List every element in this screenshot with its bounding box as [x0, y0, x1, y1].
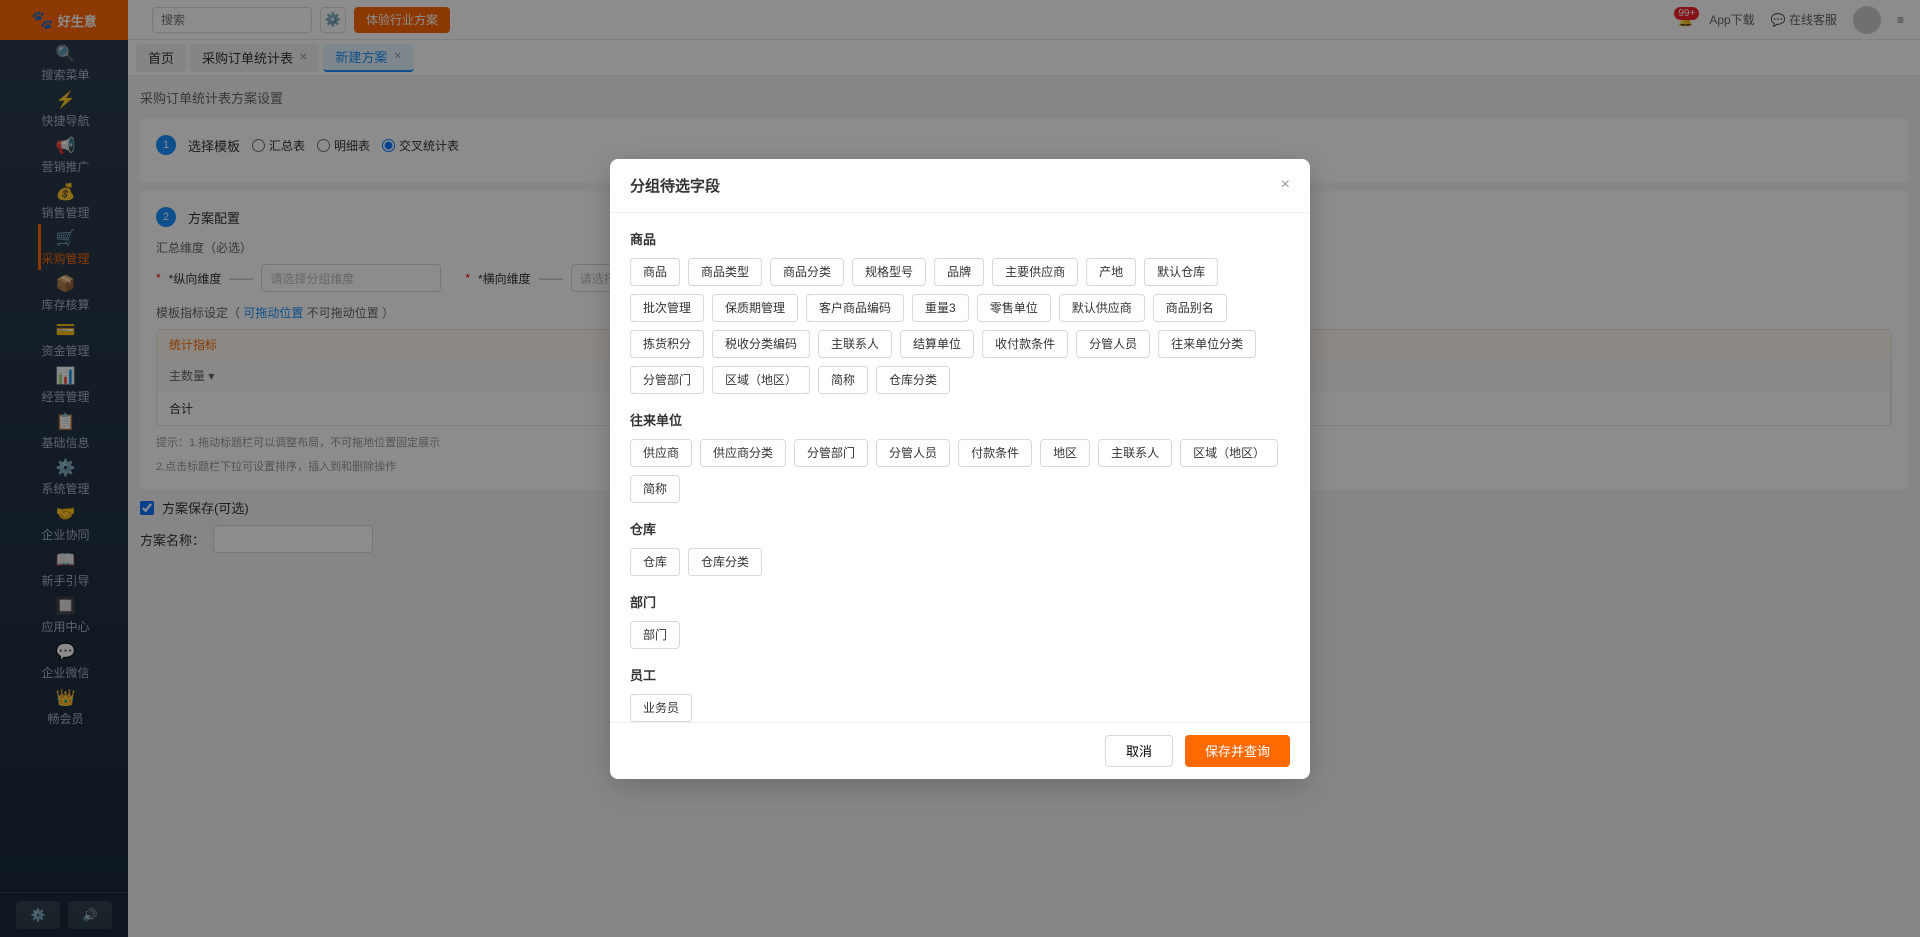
field-tag-goods-3[interactable]: 规格型号 [852, 258, 926, 286]
cancel-button[interactable]: 取消 [1105, 735, 1173, 767]
field-tag-department-0[interactable]: 部门 [630, 621, 680, 649]
field-tag-goods-11[interactable]: 重量3 [912, 294, 969, 322]
field-tag-partner-1[interactable]: 供应商分类 [700, 439, 786, 467]
field-grid-goods: 商品商品类型商品分类规格型号品牌主要供应商产地默认仓库批次管理保质期管理客户商品… [630, 258, 1290, 394]
field-tag-partner-7[interactable]: 区域（地区） [1180, 439, 1278, 467]
field-tag-goods-24[interactable]: 简称 [818, 366, 868, 394]
field-tag-goods-14[interactable]: 商品别名 [1153, 294, 1227, 322]
modal-close-btn[interactable]: × [1281, 176, 1290, 194]
field-tag-goods-5[interactable]: 主要供应商 [992, 258, 1078, 286]
field-tag-goods-8[interactable]: 批次管理 [630, 294, 704, 322]
field-grid-partner: 供应商供应商分类分管部门分管人员付款条件地区主联系人区域（地区） 简称 [630, 439, 1290, 503]
field-tag-goods-1[interactable]: 商品类型 [688, 258, 762, 286]
field-tag-goods-7[interactable]: 默认仓库 [1144, 258, 1218, 286]
field-tag-goods-21[interactable]: 往来单位分类 [1158, 330, 1256, 358]
field-tag-goods-13[interactable]: 默认供应商 [1059, 294, 1145, 322]
section-title-department: 部门 [630, 592, 1290, 611]
modal-dialog: 分组待选字段 × 商品商品商品类型商品分类规格型号品牌主要供应商产地默认仓库批次… [610, 159, 1310, 779]
field-tag-goods-19[interactable]: 收付款条件 [982, 330, 1068, 358]
field-tag-goods-18[interactable]: 结算单位 [900, 330, 974, 358]
field-tag-goods-15[interactable]: 拣货积分 [630, 330, 704, 358]
field-tag-partner-2[interactable]: 分管部门 [794, 439, 868, 467]
field-tag-goods-16[interactable]: 税收分类编码 [712, 330, 810, 358]
field-tag-goods-0[interactable]: 商品 [630, 258, 680, 286]
field-tag-goods-22[interactable]: 分管部门 [630, 366, 704, 394]
field-tag-partner-5[interactable]: 地区 [1040, 439, 1090, 467]
section-title-partner: 往来单位 [630, 410, 1290, 429]
field-tag-goods-6[interactable]: 产地 [1086, 258, 1136, 286]
field-grid-warehouse: 仓库仓库分类 [630, 548, 1290, 576]
field-tag-goods-17[interactable]: 主联系人 [818, 330, 892, 358]
modal-body: 商品商品商品类型商品分类规格型号品牌主要供应商产地默认仓库批次管理保质期管理客户… [610, 213, 1310, 722]
field-tag-goods-25[interactable]: 仓库分类 [876, 366, 950, 394]
modal-overlay: 分组待选字段 × 商品商品商品类型商品分类规格型号品牌主要供应商产地默认仓库批次… [0, 0, 1920, 937]
section-title-goods: 商品 [630, 229, 1290, 248]
field-tag-partner-4[interactable]: 付款条件 [958, 439, 1032, 467]
field-grid-employee: 业务员 [630, 694, 1290, 722]
field-tag-partner-3[interactable]: 分管人员 [876, 439, 950, 467]
field-tag-goods-10[interactable]: 客户商品编码 [806, 294, 904, 322]
field-tag-goods-20[interactable]: 分管人员 [1076, 330, 1150, 358]
modal-title: 分组待选字段 [630, 175, 720, 196]
field-tag-goods-4[interactable]: 品牌 [934, 258, 984, 286]
field-tag-partner-0[interactable]: 供应商 [630, 439, 692, 467]
section-title-warehouse: 仓库 [630, 519, 1290, 538]
field-tag-employee-0[interactable]: 业务员 [630, 694, 692, 722]
field-tag-partner-6[interactable]: 主联系人 [1098, 439, 1172, 467]
field-tag-partner-8[interactable]: 简称 [630, 475, 680, 503]
confirm-button[interactable]: 保存并查询 [1185, 735, 1290, 767]
field-tag-goods-9[interactable]: 保质期管理 [712, 294, 798, 322]
field-tag-goods-12[interactable]: 零售单位 [977, 294, 1051, 322]
section-title-employee: 员工 [630, 665, 1290, 684]
modal-header: 分组待选字段 × [610, 159, 1310, 213]
modal-footer: 取消 保存并查询 [610, 722, 1310, 779]
field-grid-department: 部门 [630, 621, 1290, 649]
field-tag-warehouse-0[interactable]: 仓库 [630, 548, 680, 576]
field-tag-warehouse-1[interactable]: 仓库分类 [688, 548, 762, 576]
field-tag-goods-23[interactable]: 区域（地区） [712, 366, 810, 394]
field-tag-goods-2[interactable]: 商品分类 [770, 258, 844, 286]
